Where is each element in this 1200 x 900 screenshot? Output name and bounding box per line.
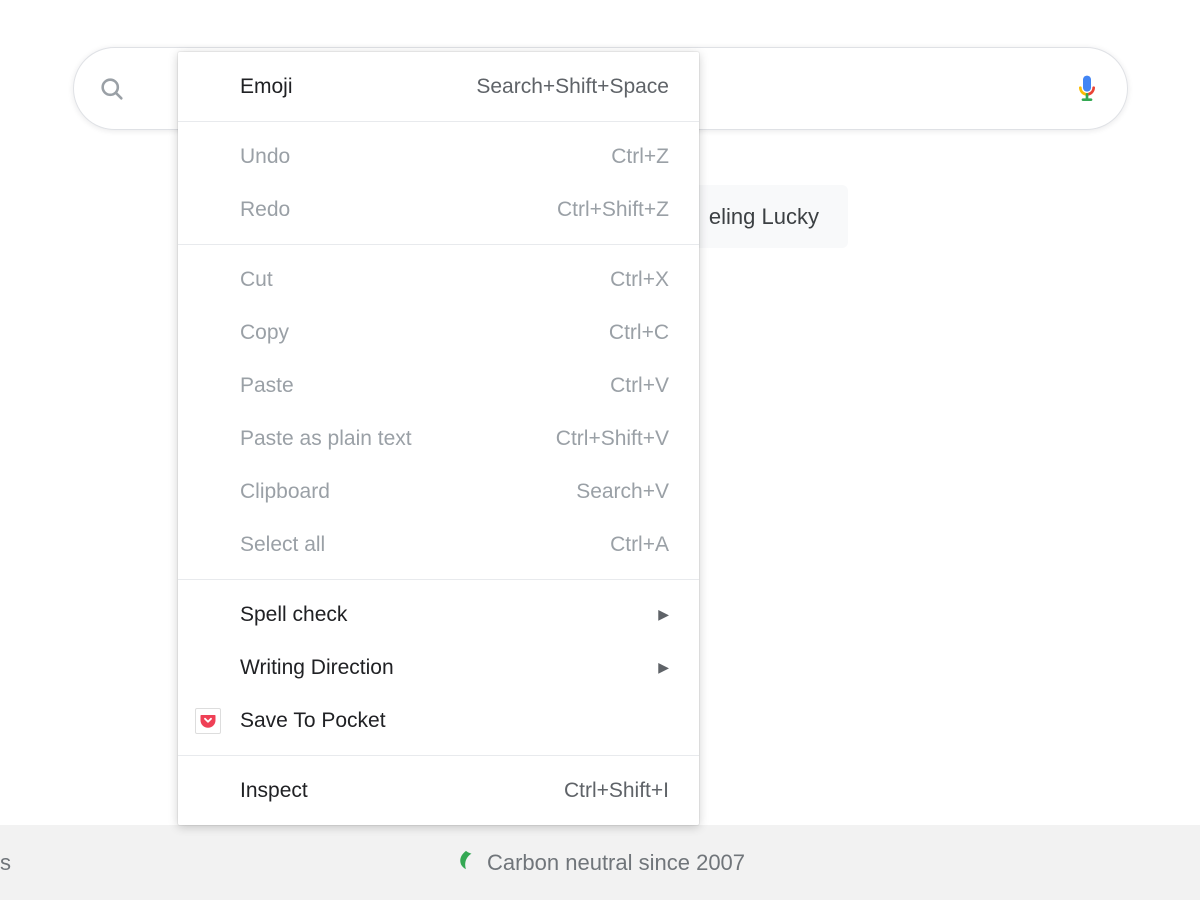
- menu-divider: [178, 579, 699, 580]
- submenu-arrow-icon: ▶: [658, 659, 669, 676]
- feeling-lucky-label: eling Lucky: [709, 204, 819, 230]
- submenu-arrow-icon: ▶: [658, 606, 669, 623]
- menu-item-undo[interactable]: Undo Ctrl+Z: [178, 130, 699, 183]
- menu-item-spell-check[interactable]: Spell check ▶: [178, 588, 699, 641]
- menu-label: Paste: [240, 374, 610, 398]
- menu-item-clipboard[interactable]: Clipboard Search+V: [178, 465, 699, 518]
- menu-item-paste-plain[interactable]: Paste as plain text Ctrl+Shift+V: [178, 412, 699, 465]
- menu-label: Save To Pocket: [240, 709, 669, 733]
- menu-label: Spell check: [240, 603, 658, 627]
- menu-shortcut: Ctrl+Shift+V: [556, 427, 669, 451]
- menu-item-cut[interactable]: Cut Ctrl+X: [178, 253, 699, 306]
- menu-divider: [178, 121, 699, 122]
- menu-shortcut: Ctrl+Shift+Z: [557, 198, 669, 222]
- leaf-icon: [455, 849, 477, 877]
- menu-divider: [178, 755, 699, 756]
- menu-item-paste[interactable]: Paste Ctrl+V: [178, 359, 699, 412]
- footer-left-fragment: s: [0, 850, 11, 876]
- menu-shortcut: Ctrl+V: [610, 374, 669, 398]
- voice-search-icon[interactable]: [1071, 73, 1103, 105]
- menu-label: Cut: [240, 268, 610, 292]
- menu-label: Undo: [240, 145, 611, 169]
- menu-label: Select all: [240, 533, 610, 557]
- carbon-neutral-text: Carbon neutral since 2007: [487, 850, 745, 876]
- menu-item-inspect[interactable]: Inspect Ctrl+Shift+I: [178, 764, 699, 817]
- pocket-icon: [194, 707, 222, 735]
- context-menu: Emoji Search+Shift+Space Undo Ctrl+Z Red…: [178, 52, 699, 825]
- menu-label: Emoji: [240, 75, 476, 99]
- menu-divider: [178, 244, 699, 245]
- search-icon: [98, 75, 126, 103]
- menu-shortcut: Search+V: [576, 480, 669, 504]
- menu-shortcut: Ctrl+Z: [611, 145, 669, 169]
- menu-label: Inspect: [240, 779, 564, 803]
- menu-shortcut: Ctrl+A: [610, 533, 669, 557]
- footer: s Carbon neutral since 2007: [0, 825, 1200, 900]
- menu-item-select-all[interactable]: Select all Ctrl+A: [178, 518, 699, 571]
- menu-item-redo[interactable]: Redo Ctrl+Shift+Z: [178, 183, 699, 236]
- menu-item-save-to-pocket[interactable]: Save To Pocket: [178, 694, 699, 747]
- menu-shortcut: Ctrl+C: [609, 321, 669, 345]
- menu-shortcut: Ctrl+X: [610, 268, 669, 292]
- menu-label: Redo: [240, 198, 557, 222]
- menu-item-copy[interactable]: Copy Ctrl+C: [178, 306, 699, 359]
- menu-item-writing-direction[interactable]: Writing Direction ▶: [178, 641, 699, 694]
- menu-shortcut: Search+Shift+Space: [476, 75, 669, 99]
- menu-shortcut: Ctrl+Shift+I: [564, 779, 669, 803]
- menu-label: Paste as plain text: [240, 427, 556, 451]
- menu-label: Clipboard: [240, 480, 576, 504]
- menu-label: Copy: [240, 321, 609, 345]
- menu-item-emoji[interactable]: Emoji Search+Shift+Space: [178, 60, 699, 113]
- menu-label: Writing Direction: [240, 656, 658, 680]
